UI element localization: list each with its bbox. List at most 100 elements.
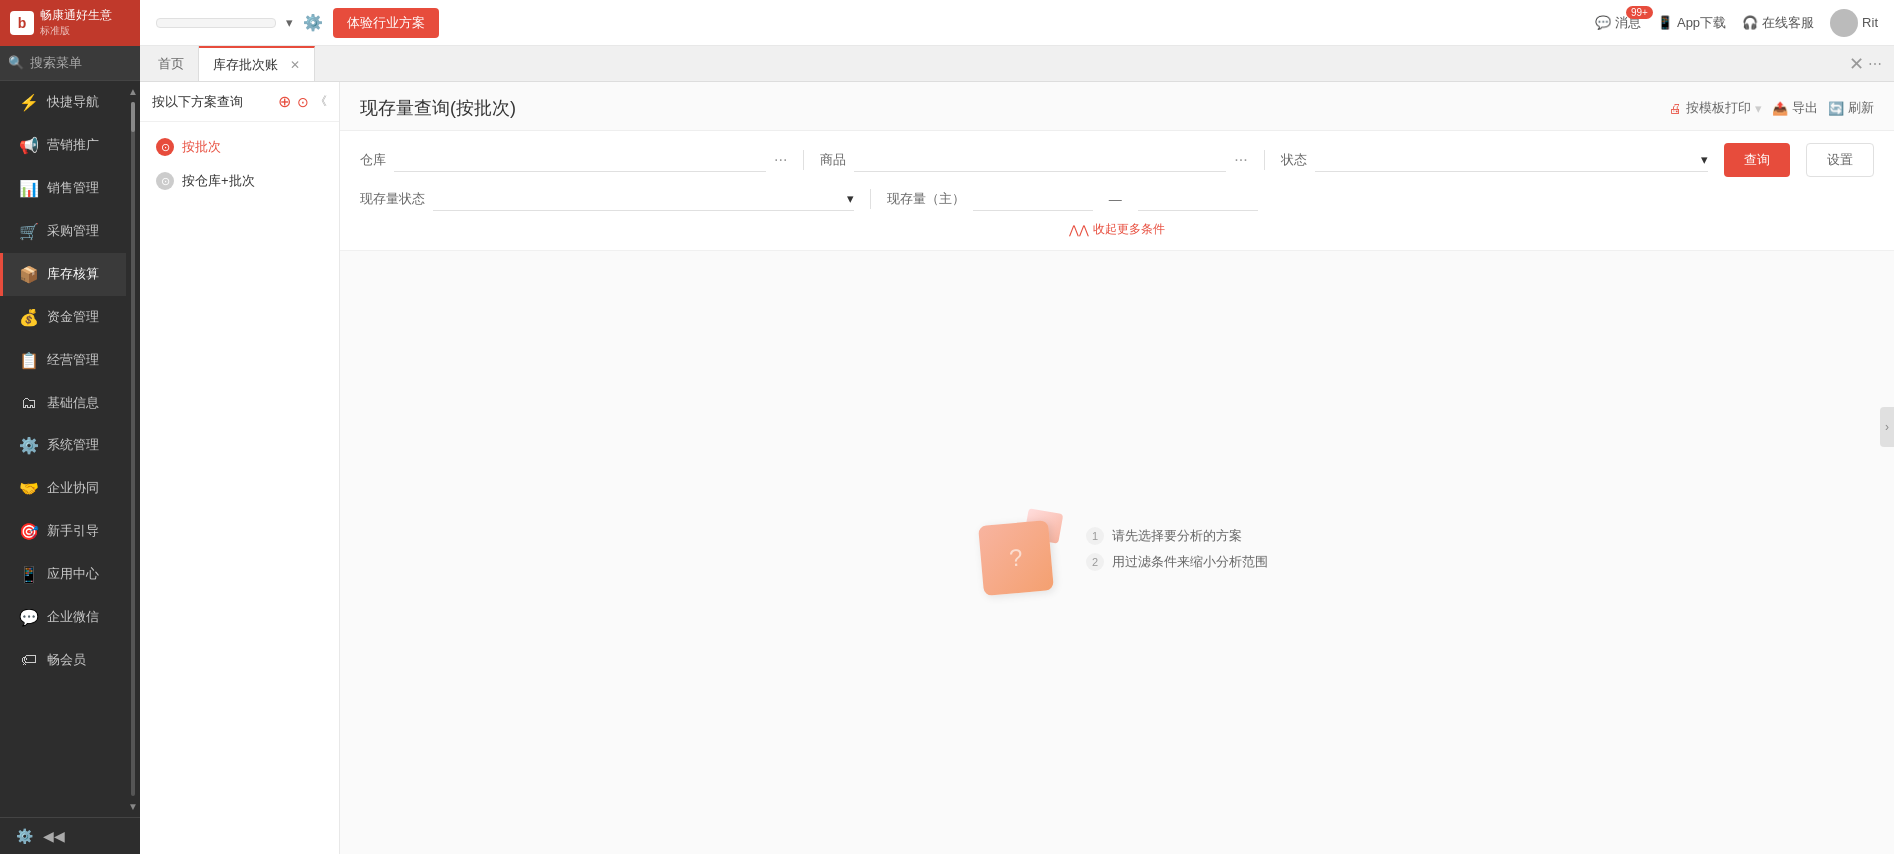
panel-add-btn[interactable]: ⊕: [278, 92, 291, 111]
messages-btn[interactable]: 💬 消息 99+: [1595, 14, 1641, 32]
filter-row-2: 现存量状态 ▾ 现存量（主） —: [360, 187, 1874, 211]
sidebar-item-business[interactable]: 📋 经营管理: [0, 339, 126, 382]
sidebar-scroll-down[interactable]: ▼: [126, 798, 140, 815]
settings-footer-btn[interactable]: ⚙️: [16, 828, 33, 844]
product-input[interactable]: [854, 148, 1226, 172]
warehouse-input[interactable]: [394, 148, 766, 172]
empty-step-2: 2 用过滤条件来缩小分析范围: [1086, 553, 1268, 571]
panel-item-by-warehouse-batch[interactable]: ⊙ 按仓库+批次: [140, 164, 339, 198]
app-download-btn[interactable]: 📱 App下载: [1657, 14, 1726, 32]
warehouse-dots[interactable]: ···: [774, 151, 787, 169]
export-btn[interactable]: 📤 导出: [1772, 99, 1818, 117]
collapse-btn[interactable]: ⋀⋀ 收起更多条件: [1069, 221, 1165, 238]
online-service-label: 在线客服: [1762, 14, 1814, 32]
empty-illustration: [966, 503, 1066, 603]
tab-home[interactable]: 首页: [144, 46, 199, 81]
nav-label-sales: 销售管理: [47, 179, 99, 197]
tab-bar-right: ✕ ⋯: [1849, 46, 1890, 81]
sidebar-item-enterprise[interactable]: 🤝 企业协同: [0, 467, 126, 510]
tab-more-btn[interactable]: ⋯: [1868, 56, 1882, 72]
nav-label-wechat: 企业微信: [47, 608, 99, 626]
sidebar-item-member[interactable]: 🏷 畅会员: [0, 639, 126, 681]
experience-btn[interactable]: 体验行业方案: [333, 8, 439, 38]
sidebar-item-finance[interactable]: 💰 资金管理: [0, 296, 126, 339]
sidebar-item-marketing[interactable]: 📢 营销推广: [0, 124, 126, 167]
app-download-label: App下载: [1677, 14, 1726, 32]
sidebar-search[interactable]: 🔍 搜索菜单: [0, 46, 140, 81]
sidebar-item-system[interactable]: ⚙️ 系统管理: [0, 424, 126, 467]
product-filter-group: 商品 ···: [820, 148, 1247, 172]
collapse-row: ⋀⋀ 收起更多条件: [360, 221, 1874, 238]
user-menu[interactable]: Rit: [1830, 9, 1878, 37]
nav-label-business: 经营管理: [47, 351, 99, 369]
header-right: 💬 消息 99+ 📱 App下载 🎧 在线客服 Rit: [1595, 9, 1878, 37]
panel-collapse-btn[interactable]: 《: [315, 93, 327, 110]
tab-close-btn[interactable]: ✕: [290, 58, 300, 72]
sidebar-item-sales[interactable]: 📊 销售管理: [0, 167, 126, 210]
panel-item-by-batch[interactable]: ⊙ 按批次: [140, 130, 339, 164]
print-dropdown-icon: ▾: [1755, 101, 1762, 116]
product-dots[interactable]: ···: [1234, 151, 1247, 169]
header-search-box[interactable]: [156, 18, 276, 28]
page-title: 现存量查询(按批次): [360, 96, 516, 120]
sidebar-item-wechat[interactable]: 💬 企业微信: [0, 596, 126, 639]
stock-status-group: 现存量状态 ▾: [360, 187, 854, 211]
stock-status-dropdown-icon: ▾: [847, 191, 854, 206]
right-collapse-icon: ›: [1885, 420, 1889, 434]
query-btn[interactable]: 查询: [1724, 143, 1790, 177]
sidebar-item-shortcut[interactable]: ⚡ 快捷导航: [0, 81, 126, 124]
status-select[interactable]: ▾: [1315, 148, 1708, 172]
header-dropdown-btn[interactable]: ▾: [286, 15, 293, 30]
settings-btn[interactable]: 设置: [1806, 143, 1874, 177]
right-collapse-handle[interactable]: ›: [1880, 407, 1894, 447]
tab-inventory-batch[interactable]: 库存批次账 ✕: [199, 46, 315, 81]
empty-text: 1 请先选择要分析的方案 2 用过滤条件来缩小分析范围: [1086, 527, 1268, 579]
service-icon: 🎧: [1742, 15, 1758, 30]
user-name: Rit: [1862, 15, 1878, 30]
print-btn[interactable]: 🖨 按模板打印 ▾: [1669, 99, 1762, 117]
stock-qty-max[interactable]: [1138, 187, 1258, 211]
sidebar-item-guide[interactable]: 🎯 新手引导: [0, 510, 126, 553]
online-service-btn[interactable]: 🎧 在线客服: [1742, 14, 1814, 32]
nav-label-shortcut: 快捷导航: [47, 93, 99, 111]
sidebar-header: b 畅康通好生意 标准版: [0, 0, 140, 46]
messages-badge: 99+: [1626, 6, 1653, 19]
sidebar-item-inventory[interactable]: 📦 库存核算: [0, 253, 126, 296]
sidebar-item-basic[interactable]: 🗂 基础信息: [0, 382, 126, 424]
sidebar-scroll-up[interactable]: ▲: [126, 83, 140, 100]
search-icon: 🔍: [8, 55, 24, 70]
header-gear-btn[interactable]: ⚙️: [303, 13, 323, 32]
filter-divider-3: [870, 189, 871, 209]
tab-close-main-btn[interactable]: ✕: [1849, 53, 1864, 75]
step-2-text: 用过滤条件来缩小分析范围: [1112, 553, 1268, 571]
nav-label-member: 畅会员: [47, 651, 86, 669]
sidebar: b 畅康通好生意 标准版 🔍 搜索菜单 ⚡ 快捷导航 📢 营销推广 📊 销售管理…: [0, 0, 140, 854]
stock-qty-min[interactable]: [973, 187, 1093, 211]
step-1-text: 请先选择要分析的方案: [1112, 527, 1242, 545]
panel-title: 按以下方案查询: [152, 93, 243, 111]
stock-qty-label: 现存量（主）: [887, 190, 965, 208]
sidebar-nav: ⚡ 快捷导航 📢 营销推广 📊 销售管理 🛒 采购管理 📦 库存核算 💰 资金管…: [0, 81, 126, 817]
panel-settings-btn[interactable]: ⊙: [297, 94, 309, 110]
filter-divider-1: [803, 150, 804, 170]
refresh-icon: 🔄: [1828, 101, 1844, 116]
filter-area: 仓库 ··· 商品 ··· 状态 ▾: [340, 131, 1894, 251]
sidebar-item-purchase[interactable]: 🛒 采购管理: [0, 210, 126, 253]
top-header: ▾ ⚙️ 体验行业方案 💬 消息 99+ 📱 App下载 🎧 在线客服 Rit: [140, 0, 1894, 46]
nav-label-system: 系统管理: [47, 436, 99, 454]
refresh-btn[interactable]: 🔄 刷新: [1828, 99, 1874, 117]
stock-status-select[interactable]: ▾: [433, 187, 854, 211]
collapse-footer-btn[interactable]: ◀◀: [43, 828, 65, 844]
nav-label-guide: 新手引导: [47, 522, 99, 540]
panel-item-icon-by-warehouse-batch: ⊙: [156, 172, 174, 190]
app-name: 畅康通好生意: [40, 8, 112, 24]
refresh-label: 刷新: [1848, 99, 1874, 117]
left-panel: 按以下方案查询 ⊕ ⊙ 《 ⊙ 按批次 ⊙ 按仓库+批次: [140, 82, 340, 854]
sidebar-item-appstore[interactable]: 📱 应用中心: [0, 553, 126, 596]
tab-bar: 首页 库存批次账 ✕ ✕ ⋯: [140, 46, 1894, 82]
main-area: ▾ ⚙️ 体验行业方案 💬 消息 99+ 📱 App下载 🎧 在线客服 Rit: [140, 0, 1894, 854]
page-header-actions: 🖨 按模板打印 ▾ 📤 导出 🔄 刷新: [1669, 99, 1874, 117]
status-dropdown-icon: ▾: [1701, 152, 1708, 167]
empty-state: 1 请先选择要分析的方案 2 用过滤条件来缩小分析范围: [340, 251, 1894, 854]
nav-icon-inventory: 📦: [19, 265, 39, 284]
